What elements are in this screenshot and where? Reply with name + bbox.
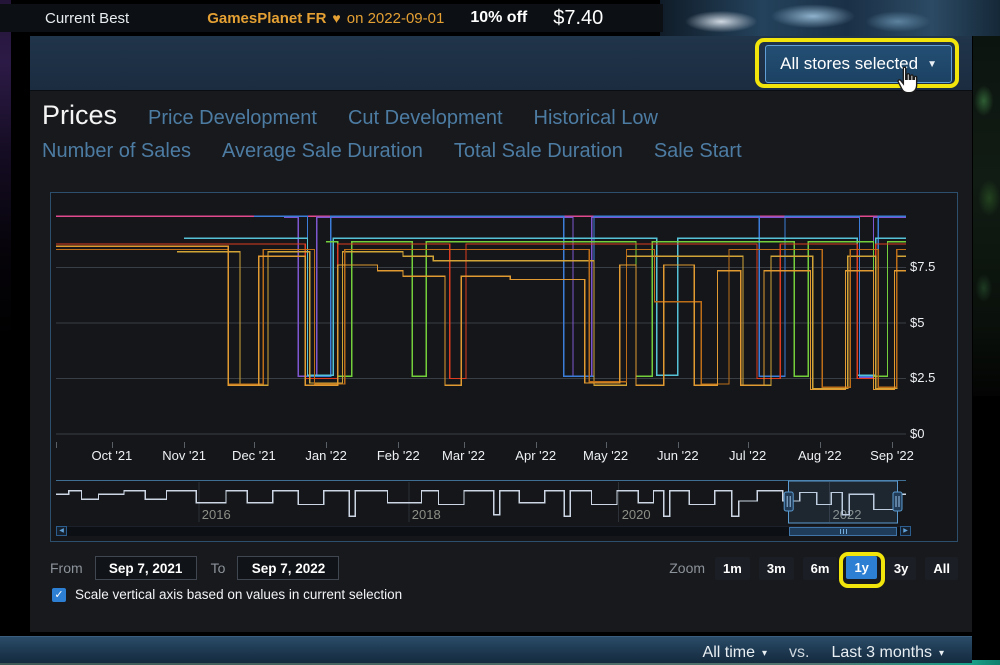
compare-right-dropdown[interactable]: Last 3 months ▾	[831, 644, 944, 662]
x-axis-label: Sep '22	[870, 448, 914, 463]
compare-bar: All time ▾ vs. Last 3 months ▾	[0, 636, 972, 663]
zoom-1m-button[interactable]: 1m	[715, 557, 750, 580]
background-artwork-left	[0, 0, 11, 345]
x-axis-label: Nov '21	[162, 448, 206, 463]
y-axis-label: $2.5	[910, 370, 956, 385]
tab-cut-development[interactable]: Cut Development	[348, 107, 503, 130]
range-navigator[interactable]: 2016201820202022	[56, 480, 906, 524]
scrollbar-right-arrow[interactable]: ▶	[900, 526, 911, 536]
mouse-cursor-icon	[894, 66, 920, 96]
range-controls: From Sep 7, 2021 To Sep 7, 2022 Zoom 1m …	[50, 553, 958, 583]
scale-axis-checkbox[interactable]: ✓	[52, 588, 66, 602]
scale-axis-option: ✓ Scale vertical axis based on values in…	[52, 587, 402, 602]
navigator-handle-right[interactable]	[893, 492, 902, 511]
current-best-label: Current Best	[45, 10, 129, 27]
x-axis-label: Feb '22	[377, 448, 420, 463]
tab-average-sale-duration[interactable]: Average Sale Duration	[222, 140, 423, 163]
zoom-all-button[interactable]: All	[925, 557, 958, 580]
tab-historical-low[interactable]: Historical Low	[534, 107, 658, 130]
y-axis-label: $0	[910, 426, 956, 441]
compare-left-dropdown[interactable]: All time ▾	[703, 644, 767, 662]
current-best-bar: Current Best GamesPlanet FR ♥ on 2022-09…	[0, 4, 663, 32]
x-axis-label: May '22	[583, 448, 628, 463]
price-chart-plot[interactable]	[56, 201, 906, 438]
store-name[interactable]: GamesPlanet FR	[207, 10, 326, 27]
x-axis-label: Aug '22	[798, 448, 842, 463]
background-artwork-top-right	[660, 0, 1000, 36]
navigator-scrollbar: ◀ ▶	[56, 526, 911, 536]
page: { "top_bar": { "label": "Current Best", …	[0, 0, 1000, 665]
chart-container: $7.5 $5 $2.5 $0 Oct '21 Nov '21 Dec '21 Jan…	[50, 192, 958, 542]
x-axis-label: Dec '21	[232, 448, 276, 463]
current-best-cut: 10% off	[470, 9, 527, 27]
navigator-year-label: 2020	[622, 507, 651, 522]
x-axis-label: Apr '22	[515, 448, 556, 463]
current-best-store[interactable]: GamesPlanet FR ♥ on 2022-09-01	[207, 10, 444, 27]
zoom-6m-button[interactable]: 6m	[803, 557, 838, 580]
compare-right-label: Last 3 months	[831, 644, 932, 662]
tab-number-of-sales[interactable]: Number of Sales	[42, 140, 191, 163]
navigator-handle-left[interactable]	[784, 492, 793, 511]
panel-header: All stores selected ▼	[30, 36, 972, 90]
tab-price-development[interactable]: Price Development	[148, 107, 317, 130]
x-axis-label: Jun '22	[657, 448, 699, 463]
tab-prices[interactable]: Prices	[42, 100, 117, 131]
navigator-selection[interactable]	[789, 481, 898, 523]
chevron-down-icon: ▾	[939, 648, 944, 659]
y-axis-label: $5	[910, 315, 956, 330]
scale-axis-label: Scale vertical axis based on values in c…	[75, 587, 402, 602]
heart-icon: ♥	[332, 10, 340, 26]
to-date-input[interactable]: Sep 7, 2022	[237, 556, 339, 580]
current-best-price: $7.40	[553, 7, 603, 30]
tab-total-sale-duration[interactable]: Total Sale Duration	[454, 140, 623, 163]
zoom-1y-button[interactable]: 1y	[846, 556, 876, 579]
tab-sale-start[interactable]: Sale Start	[654, 140, 742, 163]
x-axis: Oct '21 Nov '21 Dec '21 Jan '22 Feb '22 Mar '…	[56, 442, 906, 464]
chevron-down-icon: ▾	[762, 648, 767, 659]
x-axis-label: Oct '21	[92, 448, 133, 463]
price-history-panel: All stores selected ▼ Prices Price Devel…	[30, 36, 972, 632]
compare-vs-label: vs.	[789, 644, 809, 662]
from-label: From	[50, 560, 83, 576]
chart-tabs: Prices Price Development Cut Development…	[42, 100, 922, 172]
current-best-date: on 2022-09-01	[347, 10, 445, 27]
navigator-year-label: 2016	[202, 507, 231, 522]
x-axis-label: Mar '22	[442, 448, 485, 463]
x-axis-label: Jan '22	[305, 448, 347, 463]
navigator-year-label: 2018	[412, 507, 441, 522]
price-series-store-red	[56, 244, 906, 379]
scrollbar-left-arrow[interactable]: ◀	[56, 526, 67, 536]
x-axis-tick	[56, 442, 57, 448]
scrollbar-thumb[interactable]	[789, 527, 898, 536]
zoom-3m-button[interactable]: 3m	[759, 557, 794, 580]
price-series-store-cyan	[184, 238, 906, 375]
x-axis-label: Jul '22	[729, 448, 766, 463]
from-date-input[interactable]: Sep 7, 2021	[95, 556, 197, 580]
y-axis-label: $7.5	[910, 259, 956, 274]
zoom-label: Zoom	[669, 560, 705, 576]
to-label: To	[211, 560, 226, 576]
scrollbar-track[interactable]	[67, 526, 900, 536]
background-artwork-right	[973, 36, 1000, 396]
compare-left-label: All time	[703, 644, 755, 662]
price-series-store-gold	[177, 252, 906, 389]
zoom-3y-button[interactable]: 3y	[886, 557, 916, 580]
store-filter-dropdown[interactable]: All stores selected ▼	[765, 45, 952, 83]
navigator-series	[56, 491, 906, 517]
chevron-down-icon: ▼	[927, 59, 937, 70]
price-series-store-green	[326, 242, 906, 377]
